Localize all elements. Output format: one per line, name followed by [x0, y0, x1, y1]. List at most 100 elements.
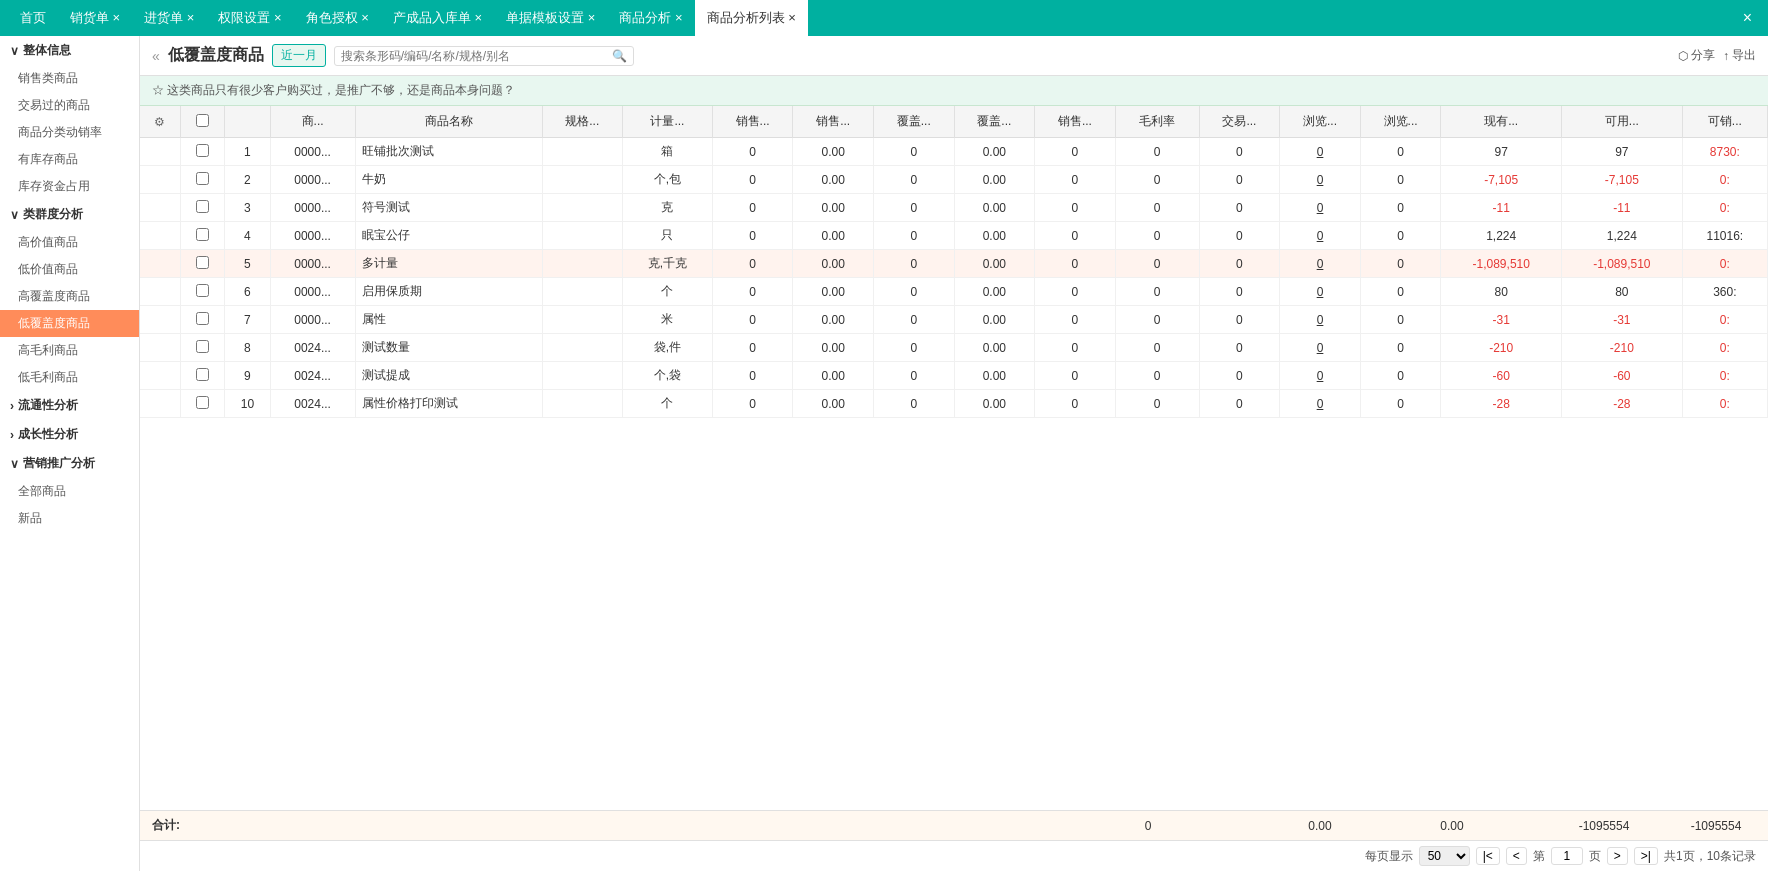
nav-home[interactable]: 首页	[8, 0, 58, 36]
view-link[interactable]: 0	[1317, 201, 1324, 215]
col-sales-count[interactable]: 销售...	[1035, 106, 1116, 138]
sidebar-group-overall[interactable]: ∨ 整体信息	[0, 36, 139, 65]
sidebar-group-marketing[interactable]: ∨ 营销推广分析	[0, 449, 139, 478]
cell-code: 0024...	[270, 362, 355, 390]
cell-code: 0000...	[270, 166, 355, 194]
sidebar-item-high-value[interactable]: 高价值商品	[0, 229, 139, 256]
nav-template[interactable]: 单据模板设置 ×	[494, 0, 607, 36]
cell-view2: 0	[1360, 306, 1441, 334]
window-close-button[interactable]: ×	[1735, 9, 1760, 27]
view-link[interactable]: 0	[1317, 397, 1324, 411]
cell-available-stock: 1,224	[1562, 222, 1683, 250]
row-checkbox[interactable]	[196, 312, 209, 325]
row-checkbox[interactable]	[196, 368, 209, 381]
cell-view2: 0	[1360, 194, 1441, 222]
col-available-stock[interactable]: 可用...	[1562, 106, 1683, 138]
col-sales-qty[interactable]: 销售...	[712, 106, 793, 138]
col-current-stock[interactable]: 现有...	[1441, 106, 1562, 138]
col-sales-amt[interactable]: 销售...	[793, 106, 874, 138]
col-settings[interactable]: ⚙	[140, 106, 180, 138]
col-view2[interactable]: 浏览...	[1360, 106, 1441, 138]
per-page-select[interactable]: 50 100 200	[1419, 846, 1470, 866]
sidebar-item-new-goods[interactable]: 新品	[0, 505, 139, 532]
cell-sales-amt: 0.00	[793, 166, 874, 194]
cell-coverage2: 0.00	[954, 278, 1035, 306]
main-layout: ∨ 整体信息 销售类商品 交易过的商品 商品分类动销率 有库存商品 库存资金占用…	[0, 36, 1768, 871]
col-name[interactable]: 商品名称	[355, 106, 542, 138]
row-checkbox[interactable]	[196, 256, 209, 269]
sidebar-item-sales-goods[interactable]: 销售类商品	[0, 65, 139, 92]
row-checkbox[interactable]	[196, 284, 209, 297]
select-all-checkbox[interactable]	[196, 114, 209, 127]
search-icon[interactable]: 🔍	[612, 49, 627, 63]
sidebar-item-in-stock[interactable]: 有库存商品	[0, 146, 139, 173]
nav-analysis[interactable]: 商品分析 ×	[607, 0, 694, 36]
cell-unit: 个,包	[623, 166, 713, 194]
cell-coverage1: 0	[873, 278, 954, 306]
row-checkbox[interactable]	[196, 200, 209, 213]
last-page-button[interactable]: >|	[1634, 847, 1658, 865]
nav-sales[interactable]: 销货单 ×	[58, 0, 132, 36]
sidebar-item-low-coverage[interactable]: 低覆盖度商品	[0, 310, 139, 337]
collapse-button[interactable]: «	[152, 48, 160, 64]
cell-current-stock: -210	[1441, 334, 1562, 362]
view-link[interactable]: 0	[1317, 257, 1324, 271]
cell-spec	[542, 306, 623, 334]
col-view1[interactable]: 浏览...	[1280, 106, 1361, 138]
col-margin[interactable]: 毛利率	[1115, 106, 1199, 138]
chevron-right-icon: ›	[10, 399, 14, 413]
sidebar-item-low-margin[interactable]: 低毛利商品	[0, 364, 139, 391]
cell-saleable: 0:	[1682, 334, 1767, 362]
sidebar-item-low-value[interactable]: 低价值商品	[0, 256, 139, 283]
col-coverage2[interactable]: 覆盖...	[954, 106, 1035, 138]
cell-available-stock: -1,089,510	[1562, 250, 1683, 278]
col-saleable[interactable]: 可销...	[1682, 106, 1767, 138]
row-checkbox[interactable]	[196, 396, 209, 409]
sidebar-group-cluster[interactable]: ∨ 类群度分析	[0, 200, 139, 229]
view-link[interactable]: 0	[1317, 313, 1324, 327]
cell-margin: 0	[1115, 390, 1199, 418]
search-input[interactable]	[341, 49, 612, 63]
filter-button[interactable]: 近一月	[272, 44, 326, 67]
sidebar-item-high-margin[interactable]: 高毛利商品	[0, 337, 139, 364]
row-checkbox[interactable]	[196, 172, 209, 185]
view-link[interactable]: 0	[1317, 229, 1324, 243]
export-button[interactable]: ↑ 导出	[1723, 47, 1756, 64]
sidebar-item-high-coverage[interactable]: 高覆盖度商品	[0, 283, 139, 310]
nav-permission[interactable]: 权限设置 ×	[206, 0, 293, 36]
nav-role[interactable]: 角色授权 ×	[294, 0, 381, 36]
row-checkbox[interactable]	[196, 144, 209, 157]
page-input[interactable]	[1551, 847, 1583, 865]
nav-stock[interactable]: 产成品入库单 ×	[381, 0, 494, 36]
sidebar-group-circulation[interactable]: › 流通性分析	[0, 391, 139, 420]
sidebar-item-all-goods[interactable]: 全部商品	[0, 478, 139, 505]
sidebar-group-growth[interactable]: › 成长性分析	[0, 420, 139, 449]
nav-purchase[interactable]: 进货单 ×	[132, 0, 206, 36]
row-checkbox[interactable]	[196, 340, 209, 353]
table-row: 6 0000... 启用保质期 个 0 0.00 0 0.00 0 0 0 0 …	[140, 278, 1768, 306]
col-spec[interactable]: 规格...	[542, 106, 623, 138]
nav-analysis-list[interactable]: 商品分析列表 ×	[695, 0, 808, 36]
sidebar-item-category-rate[interactable]: 商品分类动销率	[0, 119, 139, 146]
first-page-button[interactable]: |<	[1476, 847, 1500, 865]
cell-code: 0000...	[270, 250, 355, 278]
row-checkbox[interactable]	[196, 228, 209, 241]
view-link[interactable]: 0	[1317, 369, 1324, 383]
view-link[interactable]: 0	[1317, 173, 1324, 187]
view-link[interactable]: 0	[1317, 341, 1324, 355]
view-link[interactable]: 0	[1317, 145, 1324, 159]
table-wrapper[interactable]: ⚙ 商... 商品名称 规格... 计量... 销售... 销售... 覆盖..…	[140, 106, 1768, 810]
col-code[interactable]: 商...	[270, 106, 355, 138]
col-coverage1[interactable]: 覆盖...	[873, 106, 954, 138]
next-page-button[interactable]: >	[1607, 847, 1628, 865]
cell-view2: 0	[1360, 166, 1441, 194]
view-link[interactable]: 0	[1317, 285, 1324, 299]
share-button[interactable]: ⬡ 分享	[1678, 47, 1715, 64]
col-trade[interactable]: 交易...	[1199, 106, 1280, 138]
col-unit[interactable]: 计量...	[623, 106, 713, 138]
prev-page-button[interactable]: <	[1506, 847, 1527, 865]
settings-icon[interactable]: ⚙	[154, 115, 165, 129]
sidebar-item-traded-goods[interactable]: 交易过的商品	[0, 92, 139, 119]
sidebar-item-stock-capital[interactable]: 库存资金占用	[0, 173, 139, 200]
cell-view1: 0	[1280, 194, 1361, 222]
